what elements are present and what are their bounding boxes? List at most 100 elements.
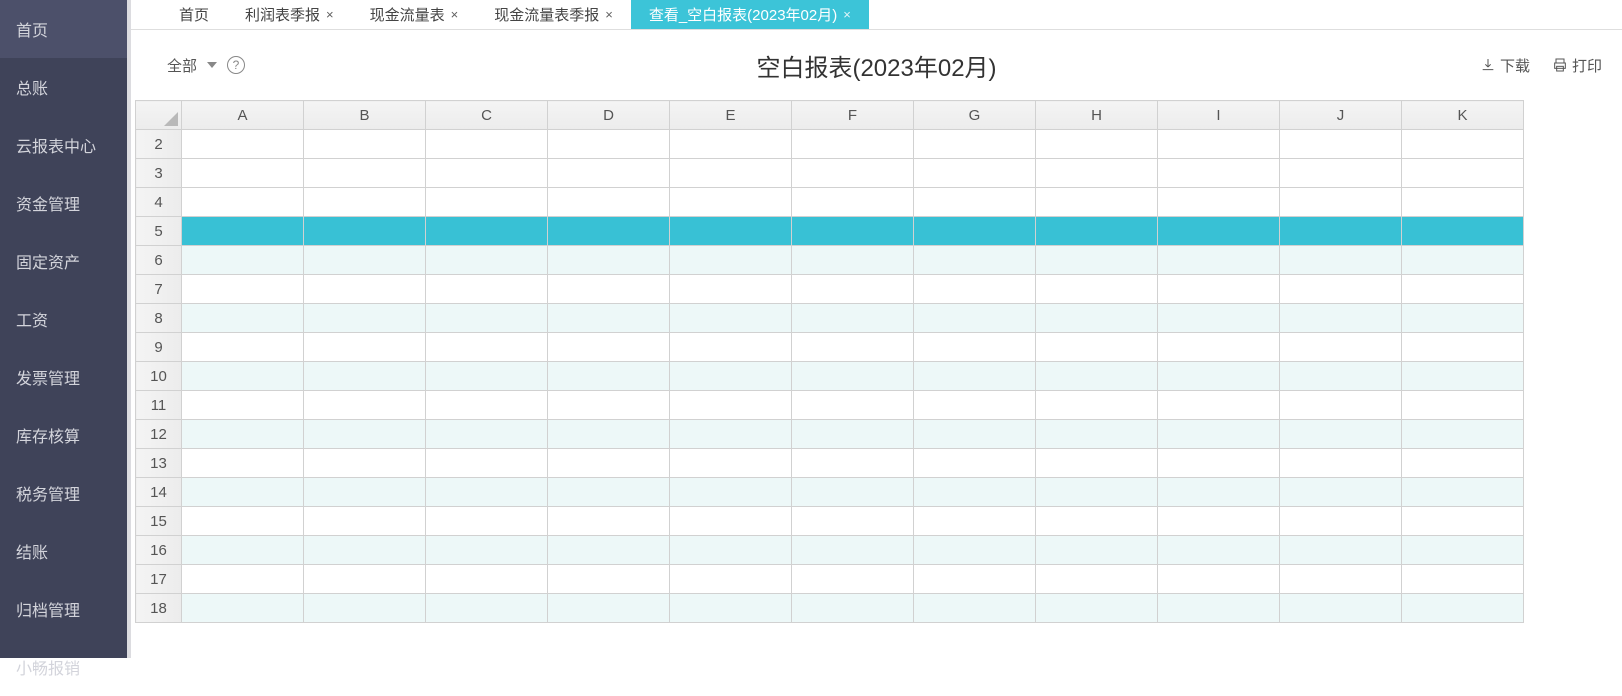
sidebar-item-home[interactable]: 首页 <box>0 0 127 58</box>
cell-E11[interactable] <box>670 391 792 420</box>
cell-G8[interactable] <box>914 304 1036 333</box>
cell-I2[interactable] <box>1158 130 1280 159</box>
cell-G18[interactable] <box>914 594 1036 623</box>
cell-B3[interactable] <box>304 159 426 188</box>
cell-J13[interactable] <box>1280 449 1402 478</box>
cell-A11[interactable] <box>182 391 304 420</box>
filter-dropdown[interactable]: 全部 ? <box>167 55 245 76</box>
cell-F2[interactable] <box>792 130 914 159</box>
row-header-14[interactable]: 14 <box>136 478 182 507</box>
cell-F8[interactable] <box>792 304 914 333</box>
cell-D18[interactable] <box>548 594 670 623</box>
cell-C11[interactable] <box>426 391 548 420</box>
cell-H11[interactable] <box>1036 391 1158 420</box>
cell-E16[interactable] <box>670 536 792 565</box>
column-header-A[interactable]: A <box>182 101 304 130</box>
close-icon[interactable]: × <box>451 7 459 22</box>
sidebar-item-invoice[interactable]: 发票管理 <box>0 348 127 406</box>
cell-H14[interactable] <box>1036 478 1158 507</box>
cell-J3[interactable] <box>1280 159 1402 188</box>
cell-A12[interactable] <box>182 420 304 449</box>
cell-G13[interactable] <box>914 449 1036 478</box>
cell-D5[interactable] <box>548 217 670 246</box>
cell-C10[interactable] <box>426 362 548 391</box>
cell-J11[interactable] <box>1280 391 1402 420</box>
cell-E7[interactable] <box>670 275 792 304</box>
cell-J7[interactable] <box>1280 275 1402 304</box>
tab-3[interactable]: 现金流量表季报× <box>476 0 631 29</box>
sidebar-item-closing[interactable]: 结账 <box>0 522 127 580</box>
cell-G17[interactable] <box>914 565 1036 594</box>
row-header-13[interactable]: 13 <box>136 449 182 478</box>
cell-D8[interactable] <box>548 304 670 333</box>
help-icon[interactable]: ? <box>227 56 245 74</box>
cell-F5[interactable] <box>792 217 914 246</box>
cell-J17[interactable] <box>1280 565 1402 594</box>
column-header-E[interactable]: E <box>670 101 792 130</box>
cell-K13[interactable] <box>1402 449 1524 478</box>
cell-F3[interactable] <box>792 159 914 188</box>
cell-G14[interactable] <box>914 478 1036 507</box>
sidebar-item-archive[interactable]: 归档管理 <box>0 580 127 638</box>
cell-A18[interactable] <box>182 594 304 623</box>
cell-J15[interactable] <box>1280 507 1402 536</box>
cell-G5[interactable] <box>914 217 1036 246</box>
cell-I14[interactable] <box>1158 478 1280 507</box>
row-header-17[interactable]: 17 <box>136 565 182 594</box>
cell-H2[interactable] <box>1036 130 1158 159</box>
sidebar-item-expense[interactable]: 小畅报销 <box>0 638 127 696</box>
cell-G6[interactable] <box>914 246 1036 275</box>
cell-A6[interactable] <box>182 246 304 275</box>
cell-H5[interactable] <box>1036 217 1158 246</box>
cell-C4[interactable] <box>426 188 548 217</box>
row-header-9[interactable]: 9 <box>136 333 182 362</box>
cell-G12[interactable] <box>914 420 1036 449</box>
cell-C14[interactable] <box>426 478 548 507</box>
cell-G7[interactable] <box>914 275 1036 304</box>
cell-B2[interactable] <box>304 130 426 159</box>
cell-B6[interactable] <box>304 246 426 275</box>
row-header-15[interactable]: 15 <box>136 507 182 536</box>
cell-I4[interactable] <box>1158 188 1280 217</box>
cell-K4[interactable] <box>1402 188 1524 217</box>
column-header-D[interactable]: D <box>548 101 670 130</box>
cell-I12[interactable] <box>1158 420 1280 449</box>
cell-G9[interactable] <box>914 333 1036 362</box>
cell-H8[interactable] <box>1036 304 1158 333</box>
cell-B9[interactable] <box>304 333 426 362</box>
cell-A9[interactable] <box>182 333 304 362</box>
cell-E13[interactable] <box>670 449 792 478</box>
cell-A10[interactable] <box>182 362 304 391</box>
sidebar-item-funds[interactable]: 资金管理 <box>0 174 127 232</box>
cell-I5[interactable] <box>1158 217 1280 246</box>
cell-E8[interactable] <box>670 304 792 333</box>
cell-K17[interactable] <box>1402 565 1524 594</box>
cell-D13[interactable] <box>548 449 670 478</box>
cell-F14[interactable] <box>792 478 914 507</box>
sheet-corner[interactable] <box>136 101 182 130</box>
row-header-18[interactable]: 18 <box>136 594 182 623</box>
cell-E17[interactable] <box>670 565 792 594</box>
cell-J8[interactable] <box>1280 304 1402 333</box>
column-header-B[interactable]: B <box>304 101 426 130</box>
cell-B17[interactable] <box>304 565 426 594</box>
cell-A5[interactable] <box>182 217 304 246</box>
cell-E10[interactable] <box>670 362 792 391</box>
cell-H3[interactable] <box>1036 159 1158 188</box>
cell-E2[interactable] <box>670 130 792 159</box>
cell-E14[interactable] <box>670 478 792 507</box>
cell-K14[interactable] <box>1402 478 1524 507</box>
cell-I10[interactable] <box>1158 362 1280 391</box>
cell-J18[interactable] <box>1280 594 1402 623</box>
cell-A2[interactable] <box>182 130 304 159</box>
cell-J2[interactable] <box>1280 130 1402 159</box>
cell-J9[interactable] <box>1280 333 1402 362</box>
cell-I9[interactable] <box>1158 333 1280 362</box>
cell-D12[interactable] <box>548 420 670 449</box>
cell-E9[interactable] <box>670 333 792 362</box>
cell-H9[interactable] <box>1036 333 1158 362</box>
cell-C16[interactable] <box>426 536 548 565</box>
cell-K3[interactable] <box>1402 159 1524 188</box>
close-icon[interactable]: × <box>843 7 851 22</box>
cell-A4[interactable] <box>182 188 304 217</box>
